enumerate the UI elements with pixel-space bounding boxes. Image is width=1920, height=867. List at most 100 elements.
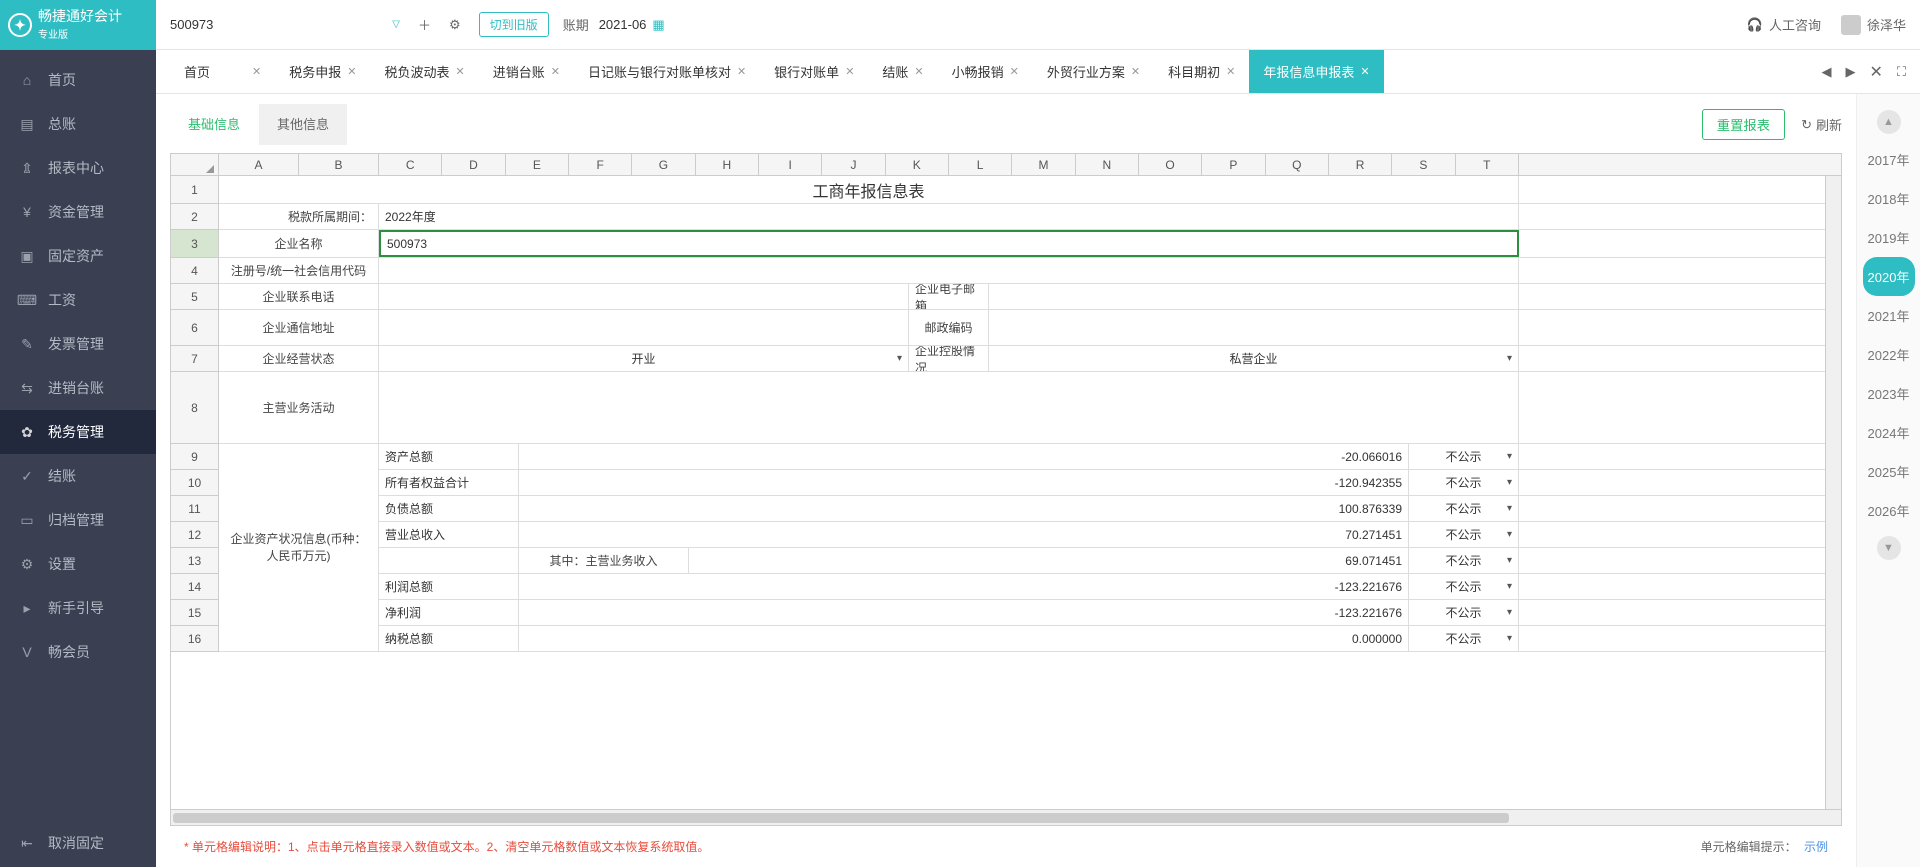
fullscreen-icon[interactable]: ⛶ (1897, 64, 1906, 80)
tab-小畅报销[interactable]: 小畅报销✕ (938, 50, 1033, 93)
sidebar-item-设置[interactable]: ⚙设置 (0, 542, 156, 586)
refresh-button[interactable]: ↻ 刷新 (1801, 115, 1842, 134)
close-icon[interactable]: ✕ (737, 65, 746, 78)
period-value[interactable]: 2021-06 (599, 17, 647, 32)
row-header-8[interactable]: 8 (171, 372, 219, 444)
close-icon[interactable]: ✕ (455, 65, 464, 78)
row-header-14[interactable]: 14 (171, 574, 219, 600)
close-icon[interactable]: ✕ (914, 65, 923, 78)
plus-icon[interactable]: ＋ (418, 15, 431, 34)
close-icon[interactable]: ✕ (845, 65, 854, 78)
tab-年报信息申报表[interactable]: 年报信息申报表✕ (1249, 50, 1383, 93)
input-zip[interactable] (989, 310, 1519, 345)
value-row-11[interactable]: 100.876339 (519, 496, 1409, 521)
close-icon[interactable]: ✕ (551, 65, 560, 78)
year-2019年[interactable]: 2019年 (1863, 218, 1915, 257)
sidebar-item-结账[interactable]: ✓结账 (0, 454, 156, 498)
close-icon[interactable]: ✕ (1360, 65, 1369, 78)
col-header-R[interactable]: R (1329, 154, 1392, 175)
row-header-12[interactable]: 12 (171, 522, 219, 548)
select-publish-16[interactable]: 不公示 (1409, 626, 1519, 651)
select-all-corner[interactable] (171, 154, 219, 175)
col-header-N[interactable]: N (1076, 154, 1139, 175)
col-header-M[interactable]: M (1012, 154, 1075, 175)
footer-example-link[interactable]: 示例 (1804, 840, 1828, 854)
tab-进销台账[interactable]: 进销台账✕ (479, 50, 574, 93)
col-header-E[interactable]: E (506, 154, 569, 175)
year-2023年[interactable]: 2023年 (1863, 374, 1915, 413)
col-header-L[interactable]: L (949, 154, 1012, 175)
select-publish-15[interactable]: 不公示 (1409, 600, 1519, 625)
select-publish-14[interactable]: 不公示 (1409, 574, 1519, 599)
input-address[interactable] (379, 310, 909, 345)
row-header-7[interactable]: 7 (171, 346, 219, 372)
value-row-9[interactable]: -20.066016 (519, 444, 1409, 469)
value-row-15[interactable]: -123.221676 (519, 600, 1409, 625)
year-2021年[interactable]: 2021年 (1863, 296, 1915, 335)
row-header-4[interactable]: 4 (171, 258, 219, 284)
year-up-icon[interactable]: ▲ (1877, 110, 1901, 134)
tab-日记账与银行对账单核对[interactable]: 日记账与银行对账单核对✕ (574, 50, 760, 93)
sidebar-item-首页[interactable]: ⌂首页 (0, 58, 156, 102)
period-value[interactable]: 2022年度 (379, 204, 1519, 229)
close-icon[interactable]: ✕ (252, 65, 261, 78)
input-phone[interactable] (379, 284, 909, 309)
switch-old-button[interactable]: 切到旧版 (479, 12, 549, 37)
vertical-scrollbar[interactable] (1825, 176, 1841, 809)
sidebar-item-报表中心[interactable]: ⇭报表中心 (0, 146, 156, 190)
tab-银行对账单[interactable]: 银行对账单✕ (760, 50, 868, 93)
company-selector[interactable]: 500973 ▽ (170, 17, 400, 32)
sheet-tab-basic[interactable]: 基础信息 (170, 104, 258, 145)
value-row-16[interactable]: 0.000000 (519, 626, 1409, 651)
sidebar-item-进销台账[interactable]: ⇆进销台账 (0, 366, 156, 410)
year-2022年[interactable]: 2022年 (1863, 335, 1915, 374)
col-header-T[interactable]: T (1456, 154, 1519, 175)
row-header-16[interactable]: 16 (171, 626, 219, 652)
horizontal-scrollbar[interactable] (171, 809, 1841, 825)
sidebar-item-发票管理[interactable]: ✎发票管理 (0, 322, 156, 366)
select-publish-9[interactable]: 不公示 (1409, 444, 1519, 469)
tab-首页[interactable]: 首页 (170, 50, 224, 93)
sidebar-item-畅会员[interactable]: V畅会员 (0, 630, 156, 674)
row-header-11[interactable]: 11 (171, 496, 219, 522)
sidebar-item-固定资产[interactable]: ▣固定资产 (0, 234, 156, 278)
row-header-3[interactable]: 3 (171, 230, 219, 258)
close-icon[interactable]: ✕ (1131, 65, 1140, 78)
reset-report-button[interactable]: 重置报表 (1702, 109, 1785, 140)
sidebar-item-资金管理[interactable]: ¥资金管理 (0, 190, 156, 234)
col-header-Q[interactable]: Q (1266, 154, 1329, 175)
tab-税务申报[interactable]: 税务申报✕ (275, 50, 370, 93)
select-status[interactable]: 开业 (379, 346, 909, 371)
year-down-icon[interactable]: ▼ (1877, 536, 1901, 560)
calendar-icon[interactable]: ▦ (652, 17, 664, 33)
tab-next-icon[interactable]: ▶ (1845, 64, 1855, 80)
input-email[interactable] (989, 284, 1519, 309)
row-header-6[interactable]: 6 (171, 310, 219, 346)
tab-外贸行业方案[interactable]: 外贸行业方案✕ (1033, 50, 1154, 93)
close-icon[interactable]: ✕ (347, 65, 356, 78)
sidebar-item-新手引导[interactable]: ▸新手引导 (0, 586, 156, 630)
gear-icon[interactable]: ⚙ (449, 17, 461, 33)
input-company-name[interactable]: 500973 (379, 230, 1519, 257)
year-2026年[interactable]: 2026年 (1863, 491, 1915, 530)
select-publish-10[interactable]: 不公示 (1409, 470, 1519, 495)
sidebar-item-归档管理[interactable]: ▭归档管理 (0, 498, 156, 542)
value-row-13[interactable]: 69.071451 (689, 548, 1409, 573)
year-2024年[interactable]: 2024年 (1863, 413, 1915, 452)
value-row-12[interactable]: 70.271451 (519, 522, 1409, 547)
input-reg-code[interactable] (379, 258, 1519, 283)
col-header-J[interactable]: J (822, 154, 885, 175)
close-icon[interactable]: ✕ (1010, 65, 1019, 78)
value-row-10[interactable]: -120.942355 (519, 470, 1409, 495)
col-header-C[interactable]: C (379, 154, 442, 175)
tab-prev-icon[interactable]: ◀ (1821, 64, 1831, 80)
row-header-15[interactable]: 15 (171, 600, 219, 626)
year-2017年[interactable]: 2017年 (1863, 140, 1915, 179)
col-header-D[interactable]: D (442, 154, 505, 175)
input-main-activity[interactable] (379, 372, 1519, 443)
row-header-1[interactable]: 1 (171, 176, 219, 204)
col-header-G[interactable]: G (632, 154, 695, 175)
sidebar-item-税务管理[interactable]: ✿税务管理 (0, 410, 156, 454)
sheet-tab-other[interactable]: 其他信息 (259, 104, 347, 145)
value-row-14[interactable]: -123.221676 (519, 574, 1409, 599)
